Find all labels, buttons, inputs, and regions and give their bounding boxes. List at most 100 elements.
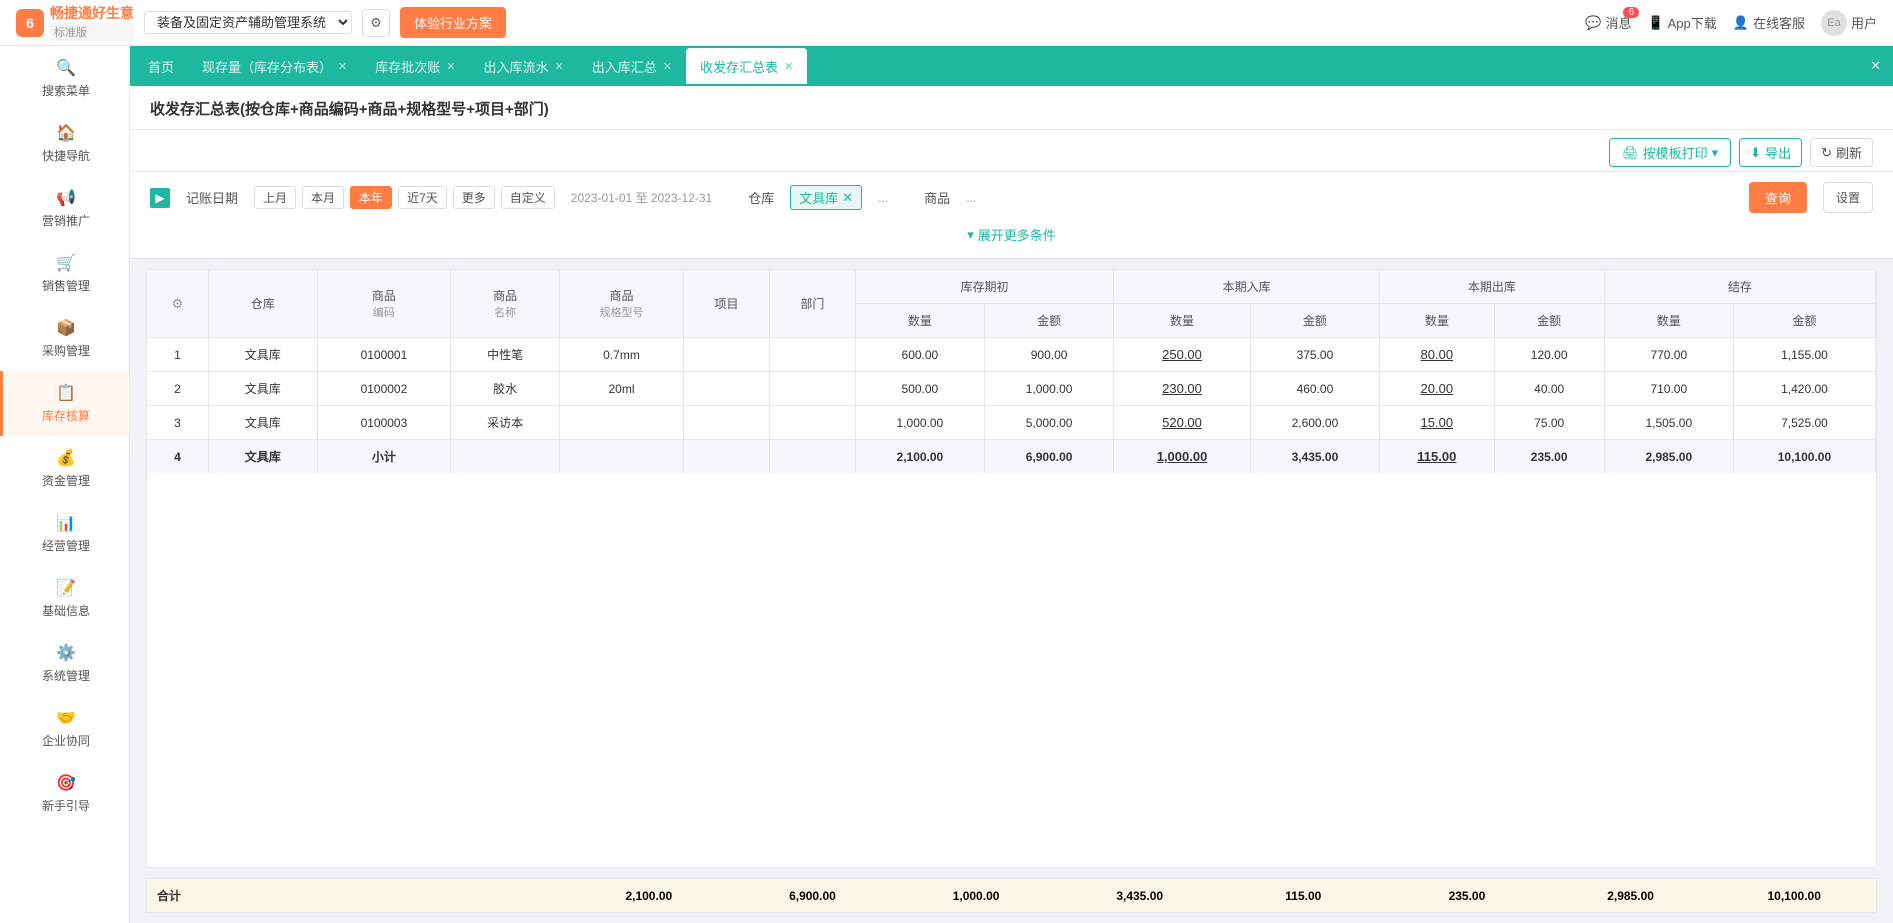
print-button[interactable]: 🖨 按模板打印 ▾: [1609, 138, 1731, 167]
cell-in-qty-2[interactable]: 230.00: [1114, 372, 1251, 406]
sidebar: 🔍 搜索菜单 🏠 快捷导航 📢 营销推广 🛒 销售管理 📦 采购管理 📋 库存核…: [0, 46, 130, 923]
data-table: ⚙ 仓库 商品编码 商品名称 商品规格型号 项目 部门 库存期初 本期入库 本期…: [147, 270, 1876, 473]
sidebar-item-operations[interactable]: 📊 经营管理: [0, 501, 129, 566]
tab-home[interactable]: 首页: [134, 48, 188, 84]
cell-subtotal-open-amt: 6,900.00: [984, 440, 1113, 474]
th-settings[interactable]: ⚙: [147, 270, 208, 338]
header-left: 6 畅捷通好生意 标准版 装备及固定资产辅助管理系统 ⚙ 体验行业方案: [16, 4, 506, 41]
tab-batch-ledger[interactable]: 库存批次账 ✕: [361, 48, 469, 84]
cell-out-amt-3: 75.00: [1494, 406, 1604, 440]
cell-in-qty-1[interactable]: 250.00: [1114, 338, 1251, 372]
tab-stock-dist[interactable]: 现存量（库存分布表） ✕: [188, 48, 361, 84]
cell-in-amt-3: 2,600.00: [1250, 406, 1379, 440]
cell-dept-2: [769, 372, 855, 406]
sidebar-item-basic-info[interactable]: 📝 基础信息: [0, 566, 129, 631]
cell-no-3: 3: [147, 406, 208, 440]
system-settings-button[interactable]: ⚙: [362, 9, 390, 37]
sidebar-item-system[interactable]: ⚙️ 系统管理: [0, 631, 129, 696]
cell-project-3: [684, 406, 770, 440]
sidebar-label-marketing: 营销推广: [42, 212, 90, 229]
warehouse-remove-button[interactable]: ✕: [842, 190, 853, 206]
date-btn-up[interactable]: 上月: [254, 186, 296, 209]
tab-stock-dist-close[interactable]: ✕: [338, 60, 347, 73]
filter-row-1: ▶ 记账日期 上月 本月 本年 近7天 更多 自定义 2023-01-01 至 …: [150, 182, 1873, 213]
printer-icon: 🖨: [1622, 145, 1639, 161]
date-btn-custom[interactable]: 自定义: [501, 186, 555, 209]
th-dept: 部门: [769, 270, 855, 338]
sidebar-item-search[interactable]: 🔍 搜索菜单: [0, 46, 129, 111]
tab-in-out-flow[interactable]: 出入库流水 ✕: [469, 48, 577, 84]
app-download-action[interactable]: 📱 App下载: [1647, 13, 1716, 32]
tab-stock-dist-label: 现存量（库存分布表）: [202, 57, 332, 76]
total-out-amt: 235.00: [1385, 889, 1549, 903]
tab-batch-ledger-close[interactable]: ✕: [446, 60, 455, 73]
expand-label: 展开更多条件: [978, 225, 1056, 244]
cell-in-qty-3[interactable]: 520.00: [1114, 406, 1251, 440]
warehouse-tag: 文具库 ✕: [790, 185, 862, 210]
product-more[interactable]: ...: [966, 191, 976, 205]
system-select[interactable]: 装备及固定资产辅助管理系统: [144, 11, 352, 34]
cell-subtotal-warehouse: 文具库: [208, 440, 317, 474]
refresh-button[interactable]: ↻ 刷新: [1810, 138, 1873, 167]
export-button[interactable]: ⬇ 导出: [1739, 138, 1802, 167]
cell-subtotal-bal-amt: 10,100.00: [1733, 440, 1875, 474]
cell-subtotal-in-qty[interactable]: 1,000.00: [1114, 440, 1251, 474]
total-in-qty: 1,000.00: [894, 889, 1058, 903]
cell-open-qty-1: 600.00: [855, 338, 984, 372]
cell-subtotal-out-amt: 235.00: [1494, 440, 1604, 474]
trial-button[interactable]: 体验行业方案: [400, 7, 506, 38]
cell-out-qty-1[interactable]: 80.00: [1380, 338, 1495, 372]
warehouse-more[interactable]: ...: [878, 191, 888, 205]
expand-more-button[interactable]: ▾ 展开更多条件: [150, 221, 1873, 248]
sidebar-item-marketing[interactable]: 📢 营销推广: [0, 176, 129, 241]
cell-no-2: 2: [147, 372, 208, 406]
cell-spec-3: [559, 406, 683, 440]
cell-out-qty-3[interactable]: 15.00: [1380, 406, 1495, 440]
date-btn-current[interactable]: 本月: [302, 186, 344, 209]
sidebar-item-finance[interactable]: 💰 资金管理: [0, 436, 129, 501]
table-container[interactable]: ⚙ 仓库 商品编码 商品名称 商品规格型号 项目 部门 库存期初 本期入库 本期…: [146, 269, 1877, 868]
warehouse-name: 文具库: [799, 188, 838, 207]
tab-close-all-button[interactable]: ✕: [1862, 54, 1889, 78]
sidebar-item-inventory[interactable]: 📋 库存核算: [0, 371, 129, 436]
sidebar-label-basic-info: 基础信息: [42, 602, 90, 619]
cell-bal-qty-1: 770.00: [1604, 338, 1733, 372]
product-filter-label: 商品: [924, 188, 950, 207]
cell-out-qty-2[interactable]: 20.00: [1380, 372, 1495, 406]
search-icon: 🔍: [56, 58, 76, 78]
date-btn-more[interactable]: 更多: [453, 186, 495, 209]
date-btn-year[interactable]: 本年: [350, 186, 392, 209]
cell-in-amt-1: 375.00: [1250, 338, 1379, 372]
sidebar-item-quick-nav[interactable]: 🏠 快捷导航: [0, 111, 129, 176]
sidebar-item-purchase[interactable]: 📦 采购管理: [0, 306, 129, 371]
table-row: 3 文具库 0100003 采访本 1,000.00 5,000.00 520.…: [147, 406, 1876, 440]
message-action[interactable]: 💬 消息 6: [1585, 13, 1631, 32]
filter-collapse-button[interactable]: ▶: [150, 188, 170, 208]
query-button[interactable]: 查询: [1749, 182, 1807, 213]
cell-out-amt-2: 40.00: [1494, 372, 1604, 406]
th-balance-group: 结存: [1604, 270, 1875, 304]
app-download-label: App下载: [1668, 13, 1717, 32]
sidebar-item-sales[interactable]: 🛒 销售管理: [0, 241, 129, 306]
user-action[interactable]: Ea 用户: [1821, 10, 1877, 36]
sidebar-label-operations: 经营管理: [42, 537, 90, 554]
tab-in-out-summary[interactable]: 出入库汇总 ✕: [578, 48, 686, 84]
purchase-icon: 📦: [56, 318, 76, 338]
settings-button[interactable]: 设置: [1823, 182, 1873, 213]
total-out-qty: 115.00: [1222, 889, 1386, 903]
tab-receive-send-summary[interactable]: 收发存汇总表 ✕: [686, 48, 807, 84]
cell-subtotal-out-qty[interactable]: 115.00: [1380, 440, 1495, 474]
column-settings-icon[interactable]: ⚙: [172, 296, 184, 311]
sales-icon: 🛒: [56, 253, 76, 273]
sidebar-item-guide[interactable]: 🎯 新手引导: [0, 761, 129, 826]
tab-in-out-summary-close[interactable]: ✕: [663, 60, 672, 73]
date-btn-last7[interactable]: 近7天: [398, 186, 447, 209]
cell-bal-amt-2: 1,420.00: [1733, 372, 1875, 406]
th-open-amt: 金额: [984, 304, 1113, 338]
total-bal-qty: 2,985.00: [1549, 889, 1713, 903]
tab-in-out-flow-close[interactable]: ✕: [555, 60, 564, 73]
sidebar-label-quick-nav: 快捷导航: [42, 147, 90, 164]
online-service-action[interactable]: 👤 在线客服: [1733, 13, 1805, 32]
sidebar-item-enterprise[interactable]: 🤝 企业协同: [0, 696, 129, 761]
tab-receive-send-summary-close[interactable]: ✕: [784, 60, 793, 73]
